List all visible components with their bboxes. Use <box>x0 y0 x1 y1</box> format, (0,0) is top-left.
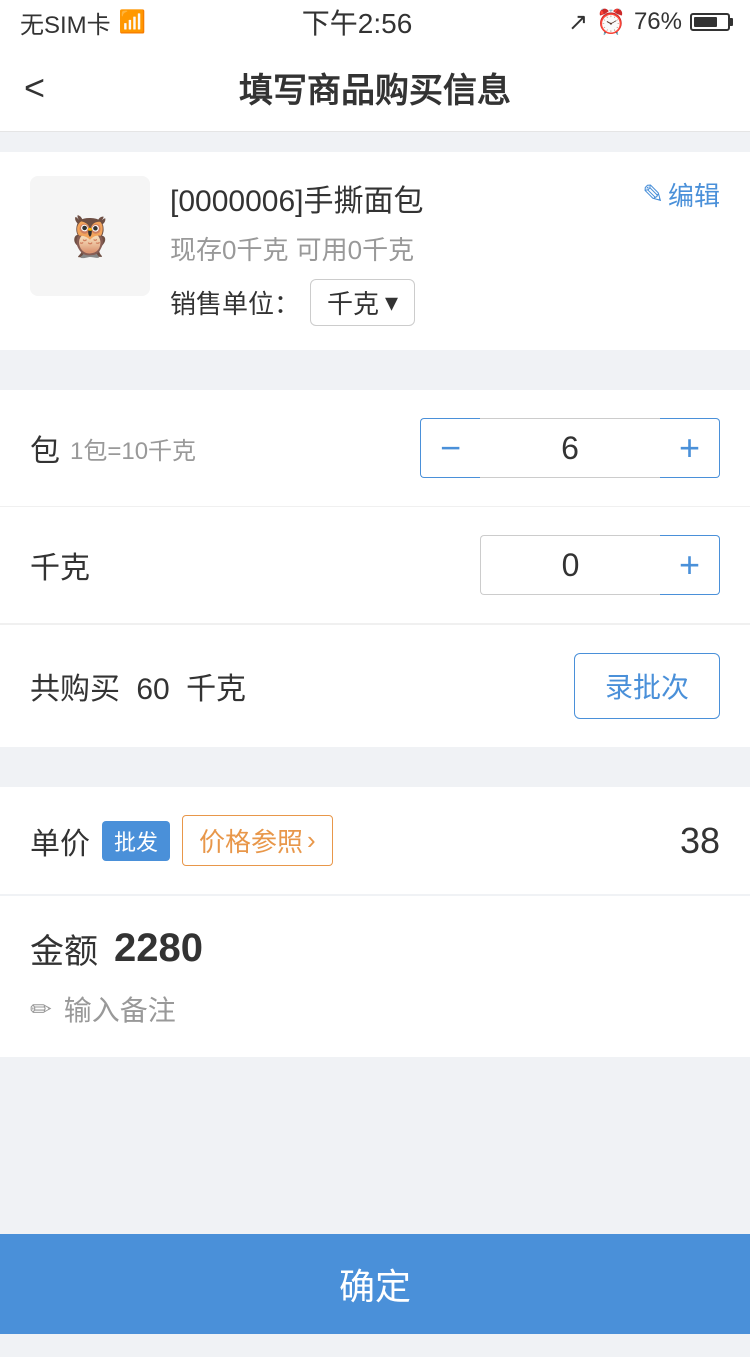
total-text: 共购买 60 千克 <box>30 664 246 708</box>
unit-label: 销售单位： <box>170 284 300 321</box>
amount-value: 2280 <box>114 926 203 971</box>
back-button[interactable]: < <box>24 67 45 109</box>
page-title: 填写商品购买信息 <box>239 63 511 112</box>
price-section: 单价 批发 价格参照 › 38 <box>0 787 750 894</box>
price-tag: 批发 <box>102 821 170 861</box>
bag-minus-button[interactable]: − <box>420 418 480 478</box>
price-ref-button[interactable]: 价格参照 › <box>182 815 333 866</box>
kg-row: 千克 + <box>0 507 750 624</box>
bag-plus-button[interactable]: + <box>660 418 720 478</box>
kg-label: 千克 <box>30 543 90 587</box>
status-right: ↗ ⏰ 76% <box>568 8 730 37</box>
alarm-icon: ⏰ <box>596 8 626 37</box>
bag-label-text: 包 <box>30 426 60 470</box>
divider-1 <box>0 350 750 370</box>
product-info: [0000006]手撕面包 ✎ 编辑 现存0千克 可用0千克 销售单位： 千克 … <box>170 176 720 326</box>
status-time: 下午2:56 <box>302 2 413 42</box>
amount-row: 金额 2280 <box>30 924 720 973</box>
product-thumb-icon: 🦉 <box>65 213 115 260</box>
bag-sublabel: 1包=10千克 <box>70 431 196 466</box>
price-ref-label: 价格参照 <box>199 822 303 859</box>
total-row: 共购买 60 千克 录批次 <box>0 624 750 747</box>
price-label: 单价 <box>30 819 90 863</box>
kg-quantity-control: + <box>480 535 720 595</box>
kg-plus-button[interactable]: + <box>660 535 720 595</box>
product-thumbnail: 🦉 <box>30 176 150 296</box>
carrier-label: 无SIM卡 <box>20 5 111 40</box>
form-section: 包 1包=10千克 − + 千克 + 共购买 60 千克 录批次 <box>0 390 750 747</box>
total-unit: 千克 <box>186 673 246 706</box>
confirm-label: 确定 <box>339 1258 411 1310</box>
product-name-row: [0000006]手撕面包 ✎ 编辑 <box>170 176 720 220</box>
total-label: 共购买 <box>30 673 120 706</box>
kg-quantity-input[interactable] <box>480 535 660 595</box>
unit-value: 千克 <box>327 284 379 321</box>
bag-quantity-control: − + <box>420 418 720 478</box>
amount-label: 金额 <box>30 924 98 973</box>
status-bar: 无SIM卡 📶 下午2:56 ↗ ⏰ 76% <box>0 0 750 44</box>
product-name-text: [0000006]手撕面包 <box>170 176 642 220</box>
status-left: 无SIM卡 📶 <box>20 5 146 40</box>
price-ref-arrow-icon: › <box>307 825 316 856</box>
edit-icon: ✎ <box>642 179 664 210</box>
price-row: 单价 批发 价格参照 › 38 <box>30 815 720 866</box>
battery-icon <box>690 13 730 31</box>
product-unit-row: 销售单位： 千克 ▾ <box>170 279 720 326</box>
bag-label: 包 1包=10千克 <box>30 426 196 470</box>
confirm-bar[interactable]: 确定 <box>0 1234 750 1334</box>
product-card: 🦉 [0000006]手撕面包 ✎ 编辑 现存0千克 可用0千克 销售单位： 千… <box>0 152 750 350</box>
nav-bar: < 填写商品购买信息 <box>0 44 750 132</box>
edit-button[interactable]: ✎ 编辑 <box>642 176 720 213</box>
pencil-icon: ✏ <box>30 994 52 1025</box>
unit-arrow-icon: ▾ <box>385 287 398 318</box>
location-icon: ↗ <box>568 8 588 37</box>
price-value: 38 <box>680 820 720 862</box>
edit-label: 编辑 <box>668 176 720 213</box>
batch-button[interactable]: 录批次 <box>574 653 720 719</box>
kg-label-text: 千克 <box>30 543 90 587</box>
remark-row[interactable]: ✏ 输入备注 <box>30 989 720 1029</box>
remark-label: 输入备注 <box>64 989 176 1029</box>
total-amount: 60 <box>136 673 169 706</box>
price-left: 单价 批发 价格参照 › <box>30 815 333 866</box>
unit-selector[interactable]: 千克 ▾ <box>310 279 415 326</box>
bag-quantity-input[interactable] <box>480 418 660 478</box>
product-stock: 现存0千克 可用0千克 <box>170 230 720 267</box>
amount-section: 金额 2280 ✏ 输入备注 <box>0 896 750 1057</box>
wifi-icon: 📶 <box>119 9 146 35</box>
bag-row: 包 1包=10千克 − + <box>0 390 750 507</box>
battery-label: 76% <box>634 8 682 36</box>
divider-2 <box>0 747 750 767</box>
